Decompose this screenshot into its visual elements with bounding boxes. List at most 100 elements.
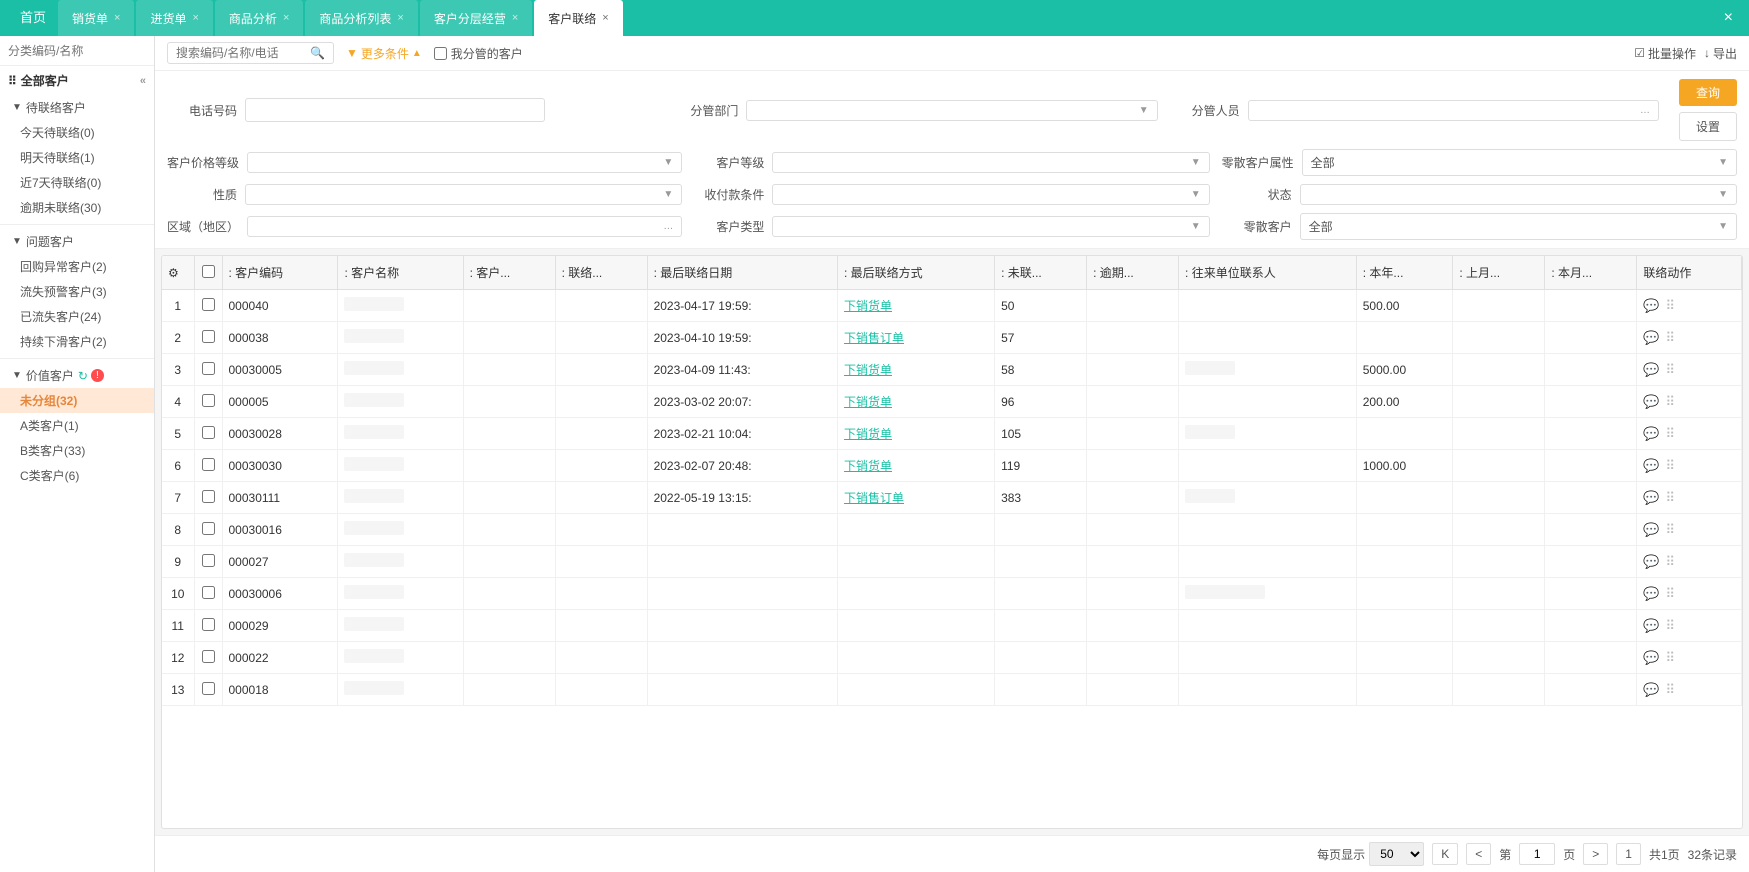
nature-select[interactable]: ▼ [245, 184, 682, 205]
row-checkbox[interactable] [202, 362, 215, 375]
price-level-select[interactable]: ▼ [247, 152, 682, 173]
row-checkbox[interactable] [202, 586, 215, 599]
value-customers-group[interactable]: ▼ 价值客户 ↻ ! [0, 363, 154, 388]
cell-last-method[interactable]: 下销货单 [837, 290, 994, 322]
grid-action-icon[interactable]: ⠿ [1666, 330, 1676, 346]
cell-last-method[interactable]: 下销货单 [837, 450, 994, 482]
cell-last-method[interactable]: 下销货单 [837, 386, 994, 418]
more-filters-btn[interactable]: ▼ 更多条件 ▲ [346, 45, 422, 62]
cell-checkbox[interactable] [194, 578, 222, 610]
retail-customer-select[interactable]: 全部 ▼ [1300, 213, 1737, 240]
sidebar-search-input[interactable] [8, 44, 155, 58]
customer-type-select[interactable]: ▼ [772, 216, 1209, 237]
query-button[interactable]: 查询 [1679, 79, 1737, 106]
cell-checkbox[interactable] [194, 290, 222, 322]
grid-action-icon[interactable]: ⠿ [1666, 394, 1676, 410]
chat-action-icon[interactable]: 💬 [1643, 682, 1659, 698]
current-page-input[interactable] [1519, 843, 1555, 865]
chat-action-icon[interactable]: 💬 [1643, 586, 1659, 602]
close-tab-product-analysis[interactable]: × [283, 12, 289, 24]
tab-customer-contact[interactable]: 客户联络 × [534, 0, 622, 36]
col-contact[interactable]: : 联络... [555, 256, 647, 290]
col-year-amount[interactable]: : 本年... [1356, 256, 1453, 290]
all-customers-header[interactable]: ⠿ 全部客户 « [0, 66, 154, 95]
grid-action-icon[interactable]: ⠿ [1666, 682, 1676, 698]
grid-action-icon[interactable]: ⠿ [1666, 362, 1676, 378]
col-last-date[interactable]: : 最后联络日期 [647, 256, 837, 290]
cell-checkbox[interactable] [194, 322, 222, 354]
chat-action-icon[interactable]: 💬 [1643, 490, 1659, 506]
cell-last-method[interactable]: 下销售订单 [837, 322, 994, 354]
pending-contact-group[interactable]: ▼ 待联络客户 [0, 95, 154, 120]
chat-action-icon[interactable]: 💬 [1643, 650, 1659, 666]
sidebar-item-abnormal[interactable]: 回购异常客户(2) [0, 254, 154, 279]
cell-checkbox[interactable] [194, 386, 222, 418]
my-customers-checkbox[interactable]: 我分管的客户 [434, 45, 523, 62]
cell-checkbox[interactable] [194, 482, 222, 514]
grid-action-icon[interactable]: ⠿ [1666, 426, 1676, 442]
row-checkbox[interactable] [202, 682, 215, 695]
filter-search-input[interactable] [176, 46, 306, 60]
sidebar-item-declining[interactable]: 持续下滑客户(2) [0, 329, 154, 354]
grid-action-icon[interactable]: ⠿ [1666, 458, 1676, 474]
select-all-checkbox[interactable] [202, 265, 215, 278]
col-type[interactable]: : 客户... [463, 256, 555, 290]
chat-action-icon[interactable]: 💬 [1643, 362, 1659, 378]
sidebar-item-churn-risk[interactable]: 流失预警客户(3) [0, 279, 154, 304]
sidebar-item-lost[interactable]: 已流失客户(24) [0, 304, 154, 329]
last-page-btn[interactable]: 1 [1616, 843, 1641, 865]
cell-checkbox[interactable] [194, 450, 222, 482]
col-name[interactable]: : 客户名称 [338, 256, 463, 290]
sidebar-item-tomorrow[interactable]: 明天待联络(1) [0, 145, 154, 170]
cell-checkbox[interactable] [194, 610, 222, 642]
cell-last-method[interactable] [837, 578, 994, 610]
problem-customers-group[interactable]: ▼ 问题客户 [0, 229, 154, 254]
close-tab-purchase-order[interactable]: × [192, 12, 198, 24]
page-size-select[interactable]: 50 100 [1369, 842, 1424, 866]
col-last-method[interactable]: : 最后联络方式 [837, 256, 994, 290]
chat-action-icon[interactable]: 💬 [1643, 522, 1659, 538]
retail-attr-select[interactable]: 全部 ▼ [1302, 149, 1737, 176]
home-tab[interactable]: 首页 [8, 0, 58, 36]
chat-action-icon[interactable]: 💬 [1643, 426, 1659, 442]
payment-select[interactable]: ▼ [772, 184, 1209, 205]
row-checkbox[interactable] [202, 554, 215, 567]
chat-action-icon[interactable]: 💬 [1643, 458, 1659, 474]
col-unit-contact[interactable]: : 往来单位联系人 [1179, 256, 1357, 290]
filter-search-icon[interactable]: 🔍 [310, 46, 325, 60]
cell-last-method[interactable]: 下销货单 [837, 418, 994, 450]
row-checkbox[interactable] [202, 298, 215, 311]
cell-checkbox[interactable] [194, 514, 222, 546]
cell-last-method[interactable]: 下销货单 [837, 354, 994, 386]
row-checkbox[interactable] [202, 618, 215, 631]
cell-last-method[interactable] [837, 642, 994, 674]
grid-action-icon[interactable]: ⠿ [1666, 490, 1676, 506]
grid-action-icon[interactable]: ⠿ [1666, 586, 1676, 602]
row-checkbox[interactable] [202, 394, 215, 407]
person-select[interactable]: … [1248, 100, 1659, 121]
grid-action-icon[interactable]: ⠿ [1666, 618, 1676, 634]
sidebar-item-b-class[interactable]: B类客户(33) [0, 438, 154, 463]
cell-last-method[interactable] [837, 610, 994, 642]
grid-action-icon[interactable]: ⠿ [1666, 522, 1676, 538]
first-page-btn[interactable]: K [1432, 843, 1458, 865]
col-overdue[interactable]: : 逾期... [1087, 256, 1179, 290]
cell-checkbox[interactable] [194, 642, 222, 674]
chat-action-icon[interactable]: 💬 [1643, 394, 1659, 410]
cell-last-method[interactable] [837, 514, 994, 546]
sidebar-item-overdue[interactable]: 逾期未联络(30) [0, 195, 154, 220]
cell-last-method[interactable] [837, 546, 994, 578]
status-select[interactable]: ▼ [1300, 184, 1737, 205]
refresh-icon[interactable]: ↻ [78, 369, 88, 383]
cell-checkbox[interactable] [194, 674, 222, 706]
chat-action-icon[interactable]: 💬 [1643, 618, 1659, 634]
tab-purchase-order[interactable]: 进货单 × [136, 0, 212, 36]
col-checkbox[interactable] [194, 256, 222, 290]
batch-op-btn[interactable]: ☑ 批量操作 [1634, 45, 1696, 62]
col-this-month[interactable]: : 本月... [1545, 256, 1637, 290]
col-settings[interactable]: ⚙ [162, 256, 194, 290]
tab-customer-segment[interactable]: 客户分层经营 × [420, 0, 532, 36]
grid-action-icon[interactable]: ⠿ [1666, 298, 1676, 314]
close-tab-sales-order[interactable]: × [114, 12, 120, 24]
grid-action-icon[interactable]: ⠿ [1666, 650, 1676, 666]
